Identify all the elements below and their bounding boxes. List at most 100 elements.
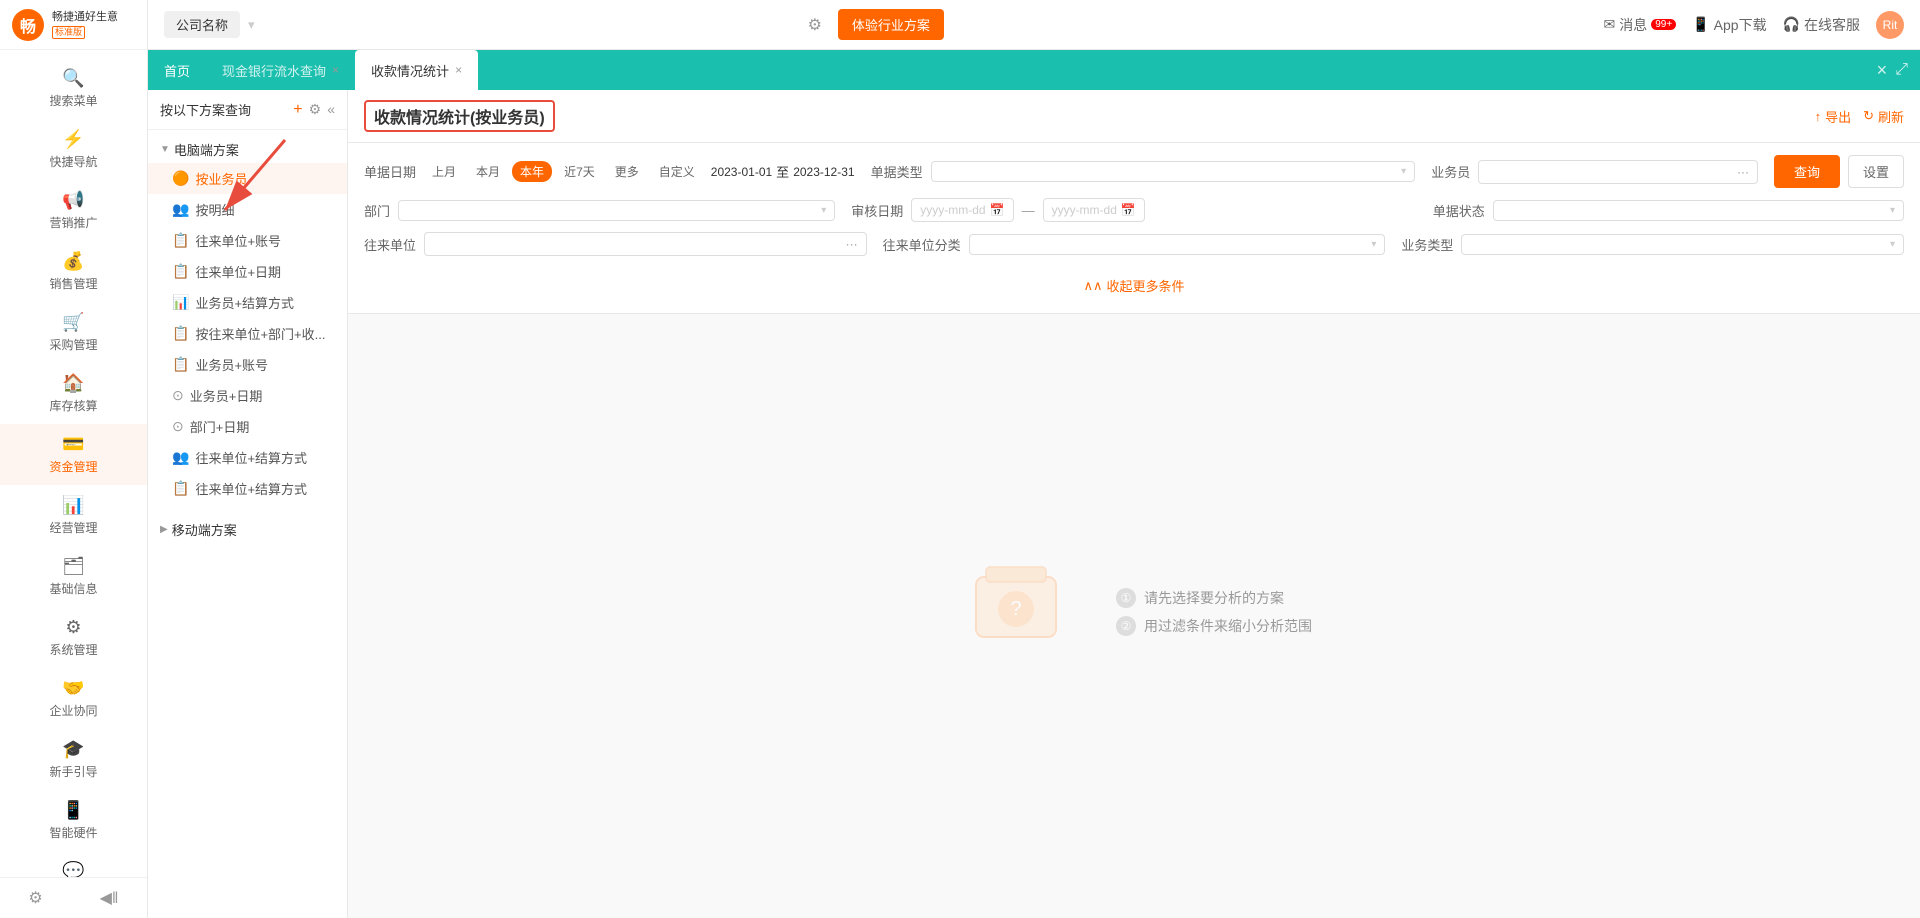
page-actions: ↑ 导出 ↻ 刷新	[1815, 107, 1904, 126]
partner-cat-caret: ▾	[1371, 239, 1376, 250]
scheme-item-label-detail: 按明细	[195, 200, 234, 219]
messages-btn[interactable]: ✉ 消息 99+	[1604, 15, 1677, 35]
partner-select[interactable]: ···	[424, 232, 867, 256]
filter-bill-status-item: 单据状态 ▾	[1433, 200, 1904, 221]
tab-home[interactable]: 首页	[148, 50, 206, 90]
sidebar-item-sales[interactable]: 💰 销售管理	[0, 241, 147, 302]
page-title: 收款情况统计(按业务员)	[364, 100, 555, 132]
close-window-btn[interactable]: ×	[1877, 60, 1888, 81]
settings-btn[interactable]: 设置	[1848, 155, 1904, 188]
sidebar-item-capital[interactable]: 💳 资金管理	[0, 424, 147, 485]
refresh-icon: ↻	[1863, 108, 1874, 124]
bill-status-select[interactable]: ▾	[1493, 200, 1904, 221]
empty-step-1: ① 请先选择要分析的方案	[1116, 588, 1312, 608]
scheme-item-staff-date[interactable]: ⊙ 业务员+日期	[148, 380, 347, 411]
avatar: Rit	[1876, 11, 1904, 39]
right-content: 收款情况统计(按业务员) ↑ 导出 ↻ 刷新 单据日期	[348, 90, 1920, 918]
collapse-footer-btn[interactable]: ◀‖	[100, 888, 119, 908]
review-date-start[interactable]: yyyy-mm-dd 📅	[911, 198, 1013, 222]
review-date-end[interactable]: yyyy-mm-dd 📅	[1043, 198, 1145, 222]
logo-icon: 畅	[12, 9, 44, 41]
date-separator: —	[1022, 203, 1035, 218]
breadcrumb: 公司名称 ▾	[164, 11, 792, 38]
partner-more-btn[interactable]: ···	[846, 237, 858, 251]
calendar-start-icon[interactable]: 📅	[990, 203, 1005, 217]
query-btn[interactable]: 查询	[1774, 155, 1840, 188]
scheme-item-by-staff[interactable]: 🟠 按业务员	[148, 163, 347, 194]
sidebar-item-cooperation[interactable]: 🤝 企业协同	[0, 668, 147, 729]
sidebar-item-marketing[interactable]: 📢 营销推广	[0, 180, 147, 241]
date-tab-this-year[interactable]: 本年	[512, 161, 552, 182]
settings-footer-btn[interactable]: ⚙	[28, 888, 42, 908]
page-header: 收款情况统计(按业务员) ↑ 导出 ↻ 刷新	[348, 90, 1920, 143]
sidebar-item-hardware[interactable]: 📱 智能硬件	[0, 790, 147, 851]
sidebar-item-search[interactable]: 🔍 搜索菜单	[0, 58, 147, 119]
scheme-item-staff-settlement[interactable]: 📊 业务员+结算方式	[148, 287, 347, 318]
sidebar-item-system[interactable]: ⚙ 系统管理	[0, 607, 147, 668]
trial-btn[interactable]: 体验行业方案	[838, 9, 944, 40]
filter-partner-item: 往来单位 ···	[364, 232, 867, 256]
maximize-btn[interactable]: ⤢	[1895, 61, 1908, 79]
collapse-filters-btn[interactable]: ∧∧ 收起更多条件	[1077, 270, 1190, 301]
user-avatar[interactable]: Rit	[1876, 11, 1904, 39]
scheme-item-unit-account[interactable]: 📋 往来单位+账号	[148, 225, 347, 256]
logo-text: 畅捷通好生意 标准版	[52, 10, 118, 40]
scheme-item-label-staff-settlement: 业务员+结算方式	[195, 293, 294, 312]
tab-receipt-close[interactable]: ×	[455, 63, 462, 77]
pc-group-label: 电脑端方案	[174, 140, 239, 159]
tab-receipt[interactable]: 收款情况统计 ×	[355, 50, 478, 90]
date-tab-last-month[interactable]: 上月	[424, 161, 464, 182]
date-tab-more[interactable]: 更多	[607, 161, 647, 182]
unit-dept-icon: 📋	[172, 325, 189, 342]
tab-bank-close[interactable]: ×	[332, 63, 339, 77]
export-btn[interactable]: ↑ 导出	[1815, 107, 1852, 126]
staff-select[interactable]: ···	[1478, 160, 1758, 184]
search-nav-icon: 🔍	[62, 68, 84, 89]
collapse-scheme-btn[interactable]: «	[327, 101, 335, 119]
bill-type-caret: ▾	[1401, 166, 1406, 177]
sidebar-item-wechat[interactable]: 💬 企业微信	[0, 851, 147, 877]
scheme-item-unit-settlement2[interactable]: 📋 往来单位+结算方式	[148, 473, 347, 504]
scheme-group-mobile: ▶ 移动端方案	[148, 510, 347, 549]
settings-scheme-btn[interactable]: ⚙	[309, 101, 322, 119]
partner-cat-select[interactable]: ▾	[969, 234, 1386, 255]
gear-icon[interactable]: ⚙	[808, 15, 822, 35]
scheme-item-unit-dept[interactable]: 📋 按往来单位+部门+收...	[148, 318, 347, 349]
scheme-item-dept-date[interactable]: ⊙ 部门+日期	[148, 411, 347, 442]
tab-bank[interactable]: 现金银行流水查询 ×	[206, 50, 355, 90]
biz-type-caret: ▾	[1890, 239, 1895, 250]
date-tab-custom[interactable]: 自定义	[651, 161, 703, 182]
dept-select[interactable]: ▾	[398, 200, 835, 221]
mobile-group-header[interactable]: ▶ 移动端方案	[148, 516, 347, 543]
bill-status-caret: ▾	[1890, 205, 1895, 216]
bill-type-select[interactable]: ▾	[931, 161, 1416, 182]
filter-actions: 查询 设置	[1774, 155, 1904, 188]
biz-type-select[interactable]: ▾	[1461, 234, 1904, 255]
scheme-item-label-staff-date: 业务员+日期	[190, 386, 263, 405]
wechat-icon: 💬	[62, 861, 84, 877]
topbar: 公司名称 ▾ ⚙ 体验行业方案 ✉ 消息 99+ 📱 App下载 🎧 在线客服 …	[148, 0, 1920, 50]
app-download-btn[interactable]: 📱 App下载	[1692, 15, 1766, 35]
pc-group-header[interactable]: ▼ 电脑端方案	[148, 136, 347, 163]
scheme-item-staff-account[interactable]: 📋 业务员+账号	[148, 349, 347, 380]
scheme-item-label-unit-settlement1: 往来单位+结算方式	[195, 448, 307, 467]
sidebar-item-guide[interactable]: 🎓 新手引导	[0, 729, 147, 790]
sidebar-item-basic[interactable]: 🗂 基础信息	[0, 546, 147, 607]
capital-icon: 💳	[62, 434, 84, 455]
sidebar-item-purchase[interactable]: 🛒 采购管理	[0, 302, 147, 363]
refresh-btn[interactable]: ↻ 刷新	[1863, 107, 1904, 126]
sidebar-item-quicknav[interactable]: ⚡ 快捷导航	[0, 119, 147, 180]
calendar-end-icon[interactable]: 📅	[1121, 203, 1136, 217]
online-service-btn[interactable]: 🎧 在线客服	[1783, 15, 1860, 35]
add-scheme-btn[interactable]: +	[293, 101, 302, 119]
sidebar-item-operations[interactable]: 📊 经营管理	[0, 485, 147, 546]
scheme-item-unit-date[interactable]: 📋 往来单位+日期	[148, 256, 347, 287]
filter-partner-cat-item: 往来单位分类 ▾	[883, 234, 1386, 255]
scheme-item-by-detail[interactable]: 👥 按明细	[148, 194, 347, 225]
partner-label: 往来单位	[364, 235, 416, 254]
date-tab-this-month[interactable]: 本月	[468, 161, 508, 182]
date-tab-7days[interactable]: 近7天	[556, 161, 603, 182]
sidebar-item-inventory[interactable]: 🏠 库存核算	[0, 363, 147, 424]
scheme-item-unit-settlement1[interactable]: 👥 往来单位+结算方式	[148, 442, 347, 473]
staff-more-btn[interactable]: ···	[1737, 165, 1749, 179]
